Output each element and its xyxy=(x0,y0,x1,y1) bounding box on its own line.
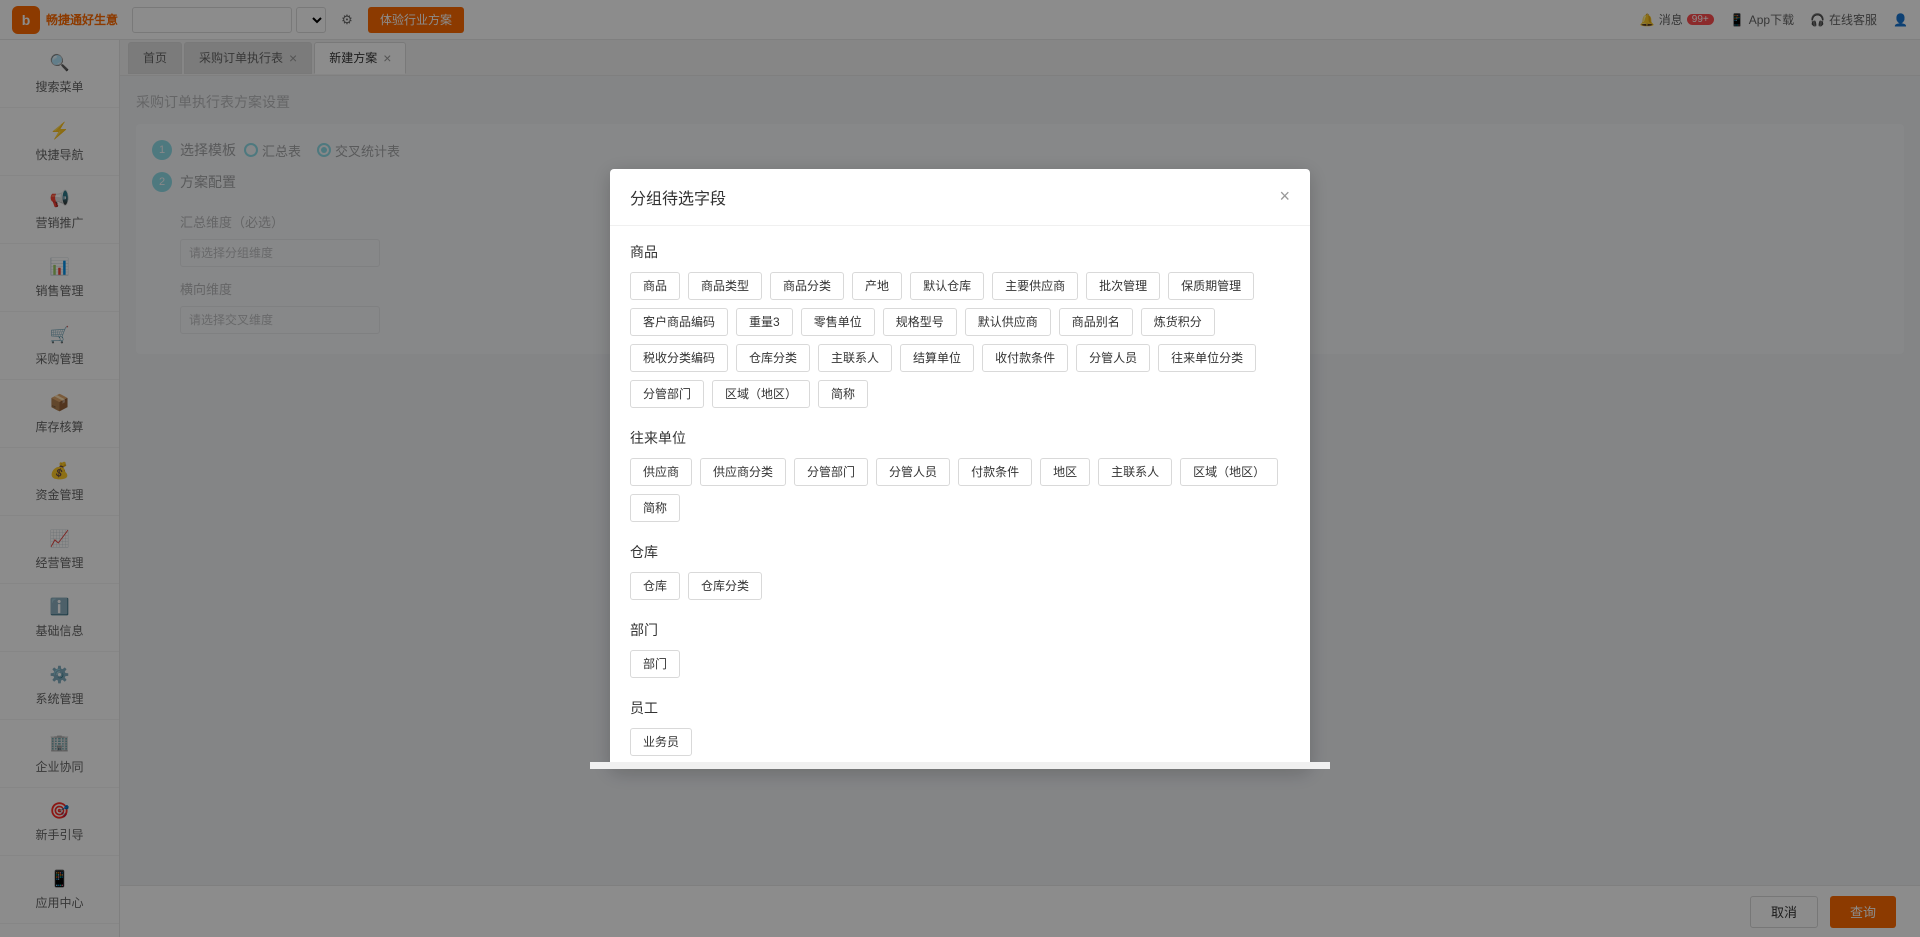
field-tag[interactable]: 地区 xyxy=(1040,458,1090,486)
field-tag[interactable]: 客户商品编码 xyxy=(630,308,728,336)
field-tag[interactable]: 付款条件 xyxy=(958,458,1032,486)
field-tag[interactable]: 往来单位分类 xyxy=(1158,344,1256,372)
field-tag[interactable]: 商品 xyxy=(630,272,680,300)
field-tag[interactable]: 税收分类编码 xyxy=(630,344,728,372)
field-tag[interactable]: 部门 xyxy=(630,650,680,678)
field-tag[interactable]: 简称 xyxy=(630,494,680,522)
dialog-scrollbar-track xyxy=(590,762,1330,768)
section-department: 部门部门 xyxy=(630,620,1290,678)
field-tag[interactable]: 商品分类 xyxy=(770,272,844,300)
field-tag[interactable]: 分管人员 xyxy=(1076,344,1150,372)
field-tag[interactable]: 炼货积分 xyxy=(1141,308,1215,336)
field-tag[interactable]: 默认仓库 xyxy=(910,272,984,300)
section-title-department: 部门 xyxy=(630,620,1290,640)
field-tag[interactable]: 区域（地区） xyxy=(1180,458,1278,486)
field-tag[interactable]: 简称 xyxy=(818,380,868,408)
field-tag[interactable]: 仓库分类 xyxy=(688,572,762,600)
section-title-warehouse: 仓库 xyxy=(630,542,1290,562)
dialog-overlay: 分组待选字段 × 商品商品商品类型商品分类产地默认仓库主要供应商批次管理保质期管… xyxy=(0,0,1920,937)
field-tag[interactable]: 商品类型 xyxy=(688,272,762,300)
dialog-header: 分组待选字段 × xyxy=(610,169,1310,226)
dialog-close-btn[interactable]: × xyxy=(1279,186,1290,207)
section-employee: 员工业务员 xyxy=(630,698,1290,756)
field-tags-partner: 供应商供应商分类分管部门分管人员付款条件地区主联系人区域（地区） 简称 xyxy=(630,458,1290,522)
field-tag[interactable]: 规格型号 xyxy=(883,308,957,336)
field-tag[interactable]: 商品别名 xyxy=(1059,308,1133,336)
section-title-goods: 商品 xyxy=(630,242,1290,262)
field-tags-employee: 业务员 xyxy=(630,728,1290,756)
field-tag[interactable]: 分管部门 xyxy=(630,380,704,408)
field-tag[interactable]: 批次管理 xyxy=(1086,272,1160,300)
field-tag[interactable]: 产地 xyxy=(852,272,902,300)
field-tag[interactable]: 主要供应商 xyxy=(992,272,1078,300)
field-tag[interactable]: 仓库分类 xyxy=(736,344,810,372)
field-tag[interactable]: 保质期管理 xyxy=(1168,272,1254,300)
field-tag[interactable]: 主联系人 xyxy=(1098,458,1172,486)
field-tag[interactable]: 业务员 xyxy=(630,728,692,756)
field-tag[interactable]: 仓库 xyxy=(630,572,680,600)
field-tag[interactable]: 结算单位 xyxy=(900,344,974,372)
field-tag[interactable]: 供应商 xyxy=(630,458,692,486)
section-goods: 商品商品商品类型商品分类产地默认仓库主要供应商批次管理保质期管理客户商品编码重量… xyxy=(630,242,1290,408)
section-title-employee: 员工 xyxy=(630,698,1290,718)
dialog-body[interactable]: 商品商品商品类型商品分类产地默认仓库主要供应商批次管理保质期管理客户商品编码重量… xyxy=(610,226,1310,763)
dialog-title: 分组待选字段 xyxy=(630,185,726,209)
field-tag[interactable]: 分管部门 xyxy=(794,458,868,486)
field-tag[interactable]: 收付款条件 xyxy=(982,344,1068,372)
field-tag[interactable]: 重量3 xyxy=(736,308,793,336)
field-tag[interactable]: 默认供应商 xyxy=(965,308,1051,336)
field-tags-warehouse: 仓库仓库分类 xyxy=(630,572,1290,600)
section-title-partner: 往来单位 xyxy=(630,428,1290,448)
section-partner: 往来单位供应商供应商分类分管部门分管人员付款条件地区主联系人区域（地区） 简称 xyxy=(630,428,1290,522)
field-tag[interactable]: 分管人员 xyxy=(876,458,950,486)
section-warehouse: 仓库仓库仓库分类 xyxy=(630,542,1290,600)
field-tag[interactable]: 区域（地区） xyxy=(712,380,810,408)
field-tag[interactable]: 零售单位 xyxy=(801,308,875,336)
field-tag[interactable]: 主联系人 xyxy=(818,344,892,372)
field-tags-goods: 商品商品类型商品分类产地默认仓库主要供应商批次管理保质期管理客户商品编码重量3 零… xyxy=(630,272,1290,408)
field-tags-department: 部门 xyxy=(630,650,1290,678)
field-select-dialog: 分组待选字段 × 商品商品商品类型商品分类产地默认仓库主要供应商批次管理保质期管… xyxy=(610,169,1310,769)
field-tag[interactable]: 供应商分类 xyxy=(700,458,786,486)
